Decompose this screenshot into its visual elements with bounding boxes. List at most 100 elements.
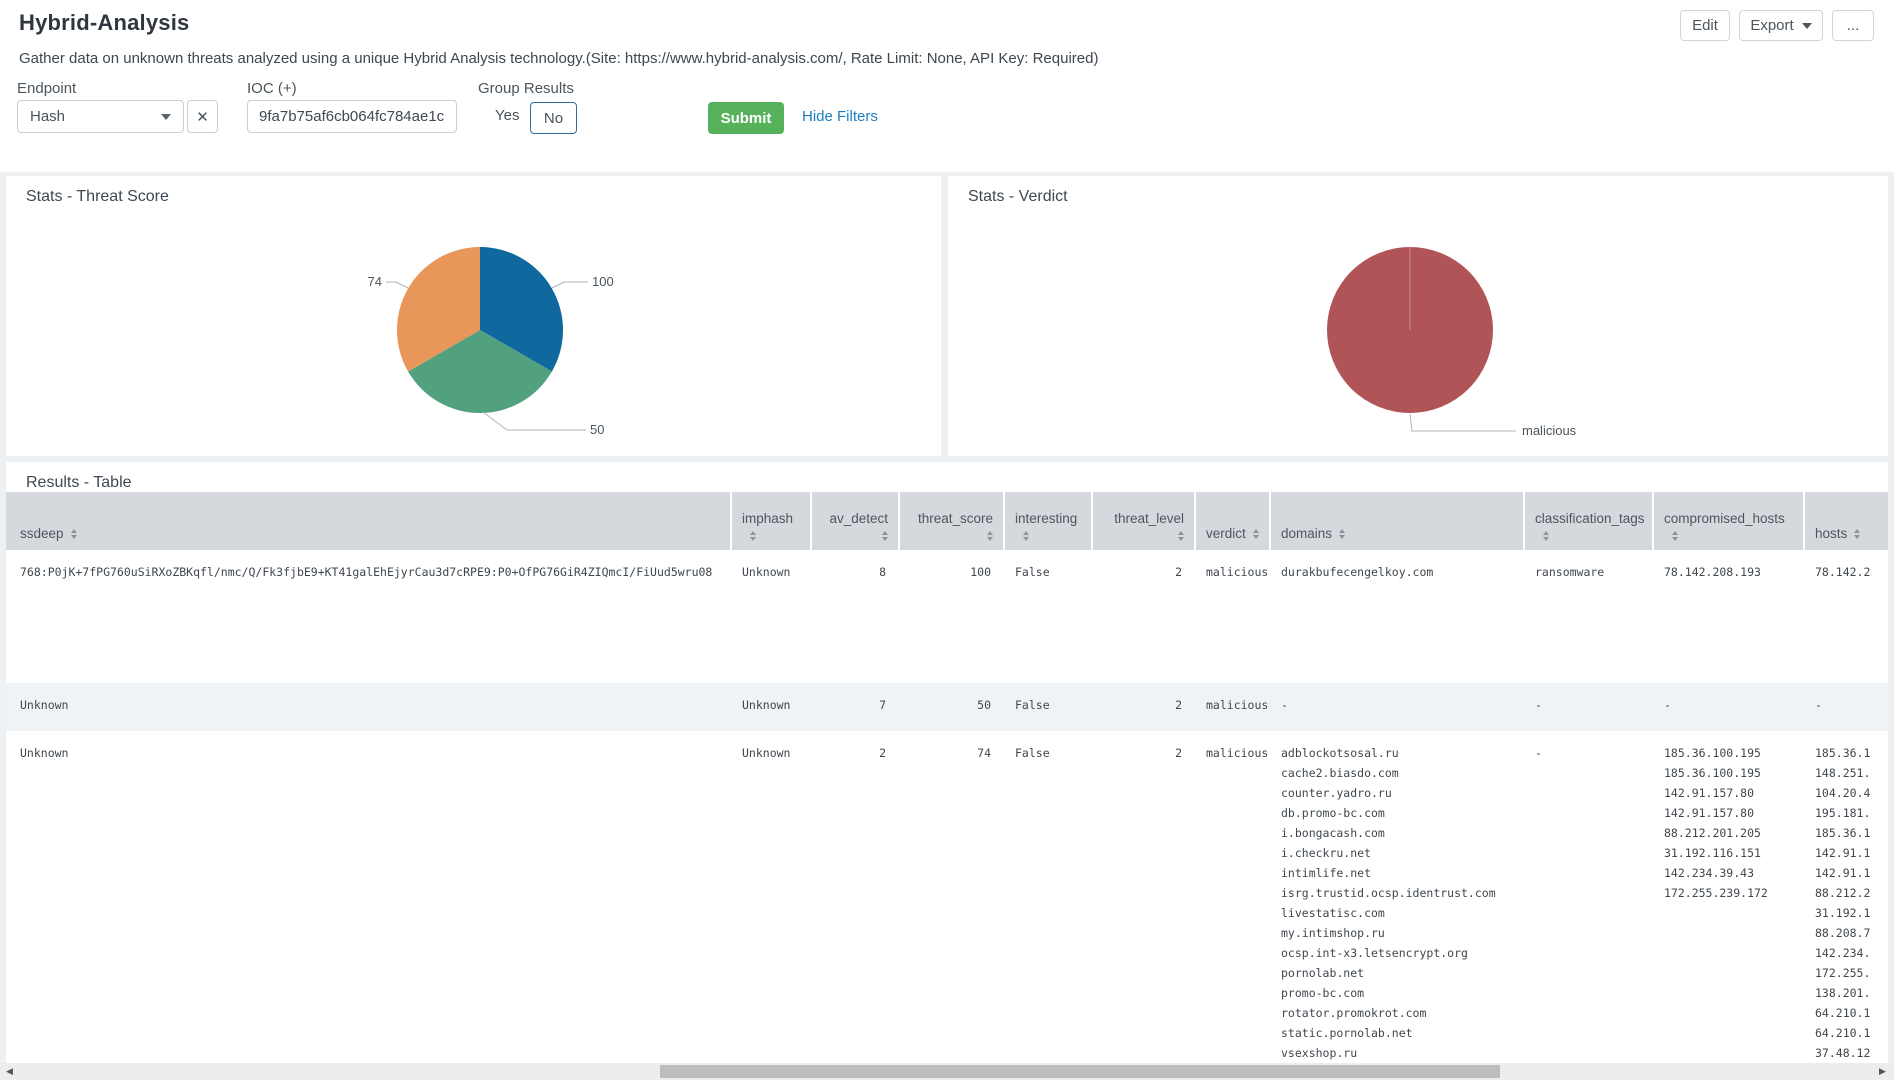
cell-line: False bbox=[1015, 746, 1050, 760]
scroll-right-icon[interactable]: ▶ bbox=[1879, 1066, 1886, 1077]
cell-interesting: False bbox=[1005, 550, 1093, 683]
pie-label: 100 bbox=[592, 274, 614, 289]
column-header-ssdeep[interactable]: ssdeep bbox=[6, 492, 732, 550]
clear-endpoint-button[interactable]: ✕ bbox=[187, 100, 218, 133]
column-label: domains bbox=[1281, 526, 1333, 541]
cell-line: ocsp.int-x3.letsencrypt.org bbox=[1281, 946, 1468, 960]
cell-av_detect: 2 bbox=[812, 731, 900, 1063]
cell-line: malicious bbox=[1206, 746, 1269, 760]
table-row: Unknown Unknown 2 74 False 2 malicious adblocko… bbox=[6, 731, 1888, 1063]
cell-threat_level: 2 bbox=[1093, 550, 1196, 683]
horizontal-scrollbar[interactable]: ◀ ▶ bbox=[0, 1063, 1894, 1080]
column-header-verdict[interactable]: verdict bbox=[1196, 492, 1271, 550]
cell-imphash: Unknown bbox=[732, 683, 812, 731]
cell-threat_score: 100 bbox=[900, 550, 1005, 683]
cell-line: 142.91.157.80 bbox=[1664, 806, 1755, 820]
table-row: Unknown Unknown 7 50 False 2 malicious - - - - bbox=[6, 683, 1888, 731]
cell-line: cache2.biasdo.com bbox=[1281, 766, 1399, 780]
cell-line: 104.20.4 bbox=[1815, 786, 1871, 800]
endpoint-select[interactable]: Hash bbox=[17, 100, 184, 133]
cell-domains: - bbox=[1271, 683, 1525, 731]
sort-icon bbox=[1178, 531, 1184, 541]
column-header-imphash[interactable]: imphash bbox=[732, 492, 812, 550]
sort-icon bbox=[70, 528, 77, 539]
cell-line: pornolab.net bbox=[1281, 966, 1365, 980]
sort-icon bbox=[1023, 531, 1081, 541]
cell-line: 74 bbox=[977, 746, 991, 760]
endpoint-selected-value: Hash bbox=[30, 108, 66, 125]
chevron-down-icon bbox=[161, 113, 171, 120]
submit-button[interactable]: Submit bbox=[708, 102, 784, 134]
cell-line: durakbufecengelkoy.com bbox=[1281, 565, 1434, 579]
column-header-threat_score[interactable]: threat_score bbox=[900, 492, 1005, 550]
cell-classification_tags: ransomware bbox=[1525, 550, 1654, 683]
cell-line: static.pornolab.net bbox=[1281, 1026, 1413, 1040]
group-results-no-option[interactable]: No bbox=[530, 102, 577, 134]
column-label: threat_level bbox=[1114, 511, 1184, 526]
verdict-pie-chart: malicious bbox=[1327, 247, 1577, 438]
hide-filters-link[interactable]: Hide Filters bbox=[802, 108, 878, 125]
page-subtitle: Gather data on unknown threats analyzed … bbox=[19, 50, 1099, 67]
cell-line: 768:P0jK+7fPG760uSiRXoZBKqfl/nmc/Q/Fk3fj… bbox=[20, 565, 713, 579]
cell-compromised_hosts: - bbox=[1654, 683, 1805, 731]
sort-icon bbox=[882, 531, 888, 541]
group-results-yes-option[interactable]: Yes bbox=[495, 107, 519, 124]
cell-line: 142.91.157.80 bbox=[1664, 786, 1755, 800]
cell-line: 2 bbox=[879, 746, 886, 760]
cell-line: malicious bbox=[1206, 565, 1269, 579]
scroll-left-icon[interactable]: ◀ bbox=[6, 1066, 13, 1077]
column-header-threat_level[interactable]: threat_level bbox=[1093, 492, 1196, 550]
ioc-input[interactable] bbox=[247, 100, 457, 133]
ioc-label: IOC (+) bbox=[247, 80, 297, 97]
results-table: ssdeep imphash av_detect threat_score intere… bbox=[6, 492, 1888, 1063]
cell-threat_score: 74 bbox=[900, 731, 1005, 1063]
cell-ssdeep: 768:P0jK+7fPG760uSiRXoZBKqfl/nmc/Q/Fk3fj… bbox=[6, 550, 732, 683]
more-options-button[interactable]: ... bbox=[1832, 10, 1874, 41]
label-leader-line bbox=[482, 411, 586, 431]
sort-icon bbox=[1543, 531, 1642, 541]
column-label: imphash bbox=[742, 511, 794, 526]
cell-line: i.bongacash.com bbox=[1281, 826, 1385, 840]
scrollbar-thumb[interactable] bbox=[660, 1065, 1500, 1078]
cell-domains: durakbufecengelkoy.com bbox=[1271, 550, 1525, 683]
cell-line: Unknown bbox=[20, 746, 69, 760]
cell-line: 185.36.100.195 bbox=[1664, 766, 1761, 780]
cell-line: 7 bbox=[879, 698, 886, 712]
cell-hosts: 185.36.1 148.251. 104.20.4 195.181. 185.36.1… bbox=[1805, 731, 1888, 1063]
column-header-av_detect[interactable]: av_detect bbox=[812, 492, 900, 550]
column-header-hosts[interactable]: hosts bbox=[1805, 492, 1888, 550]
cell-line: 142.234.39.43 bbox=[1664, 866, 1755, 880]
cell-hosts: 78.142.2 bbox=[1805, 550, 1888, 683]
cell-threat_score: 50 bbox=[900, 683, 1005, 731]
table-header-row: ssdeep imphash av_detect threat_score intere… bbox=[6, 492, 1888, 550]
results-title: Results - Table bbox=[26, 474, 132, 491]
cell-ssdeep: Unknown bbox=[6, 683, 732, 731]
column-label: av_detect bbox=[829, 511, 888, 526]
column-header-domains[interactable]: domains bbox=[1271, 492, 1525, 550]
column-header-interesting[interactable]: interesting bbox=[1005, 492, 1093, 550]
cell-line: 185.36.1 bbox=[1815, 826, 1871, 840]
column-label: classification_tags bbox=[1535, 511, 1645, 526]
cell-compromised_hosts: 185.36.100.195 185.36.100.195 142.91.157.8… bbox=[1654, 731, 1805, 1063]
cell-line: 2 bbox=[1175, 746, 1182, 760]
cell-imphash: Unknown bbox=[732, 731, 812, 1063]
cell-verdict: malicious bbox=[1196, 550, 1271, 683]
column-header-classification_tags[interactable]: classification_tags bbox=[1525, 492, 1654, 550]
page-header: Hybrid-Analysis Gather data on unknown t… bbox=[0, 0, 1894, 172]
column-header-compromised_hosts[interactable]: compromised_hosts bbox=[1654, 492, 1805, 550]
cell-line: 31.192.1 bbox=[1815, 906, 1871, 920]
cell-line: 138.201. bbox=[1815, 986, 1871, 1000]
export-button[interactable]: Export bbox=[1739, 10, 1823, 41]
cell-line: 50 bbox=[977, 698, 991, 712]
cell-line: my.intimshop.ru bbox=[1281, 926, 1385, 940]
cell-av_detect: 8 bbox=[812, 550, 900, 683]
cell-line: Unknown bbox=[20, 698, 69, 712]
cell-line: db.promo-bc.com bbox=[1281, 806, 1385, 820]
cell-line: 88.212.201.205 bbox=[1664, 826, 1761, 840]
cell-verdict: malicious bbox=[1196, 683, 1271, 731]
pie-label: malicious bbox=[1522, 423, 1577, 438]
edit-button[interactable]: Edit bbox=[1680, 10, 1730, 41]
cell-line: 148.251. bbox=[1815, 766, 1871, 780]
cell-domains: adblockotsosal.ru cache2.biasdo.com counte… bbox=[1271, 731, 1525, 1063]
column-label: verdict bbox=[1206, 526, 1246, 541]
